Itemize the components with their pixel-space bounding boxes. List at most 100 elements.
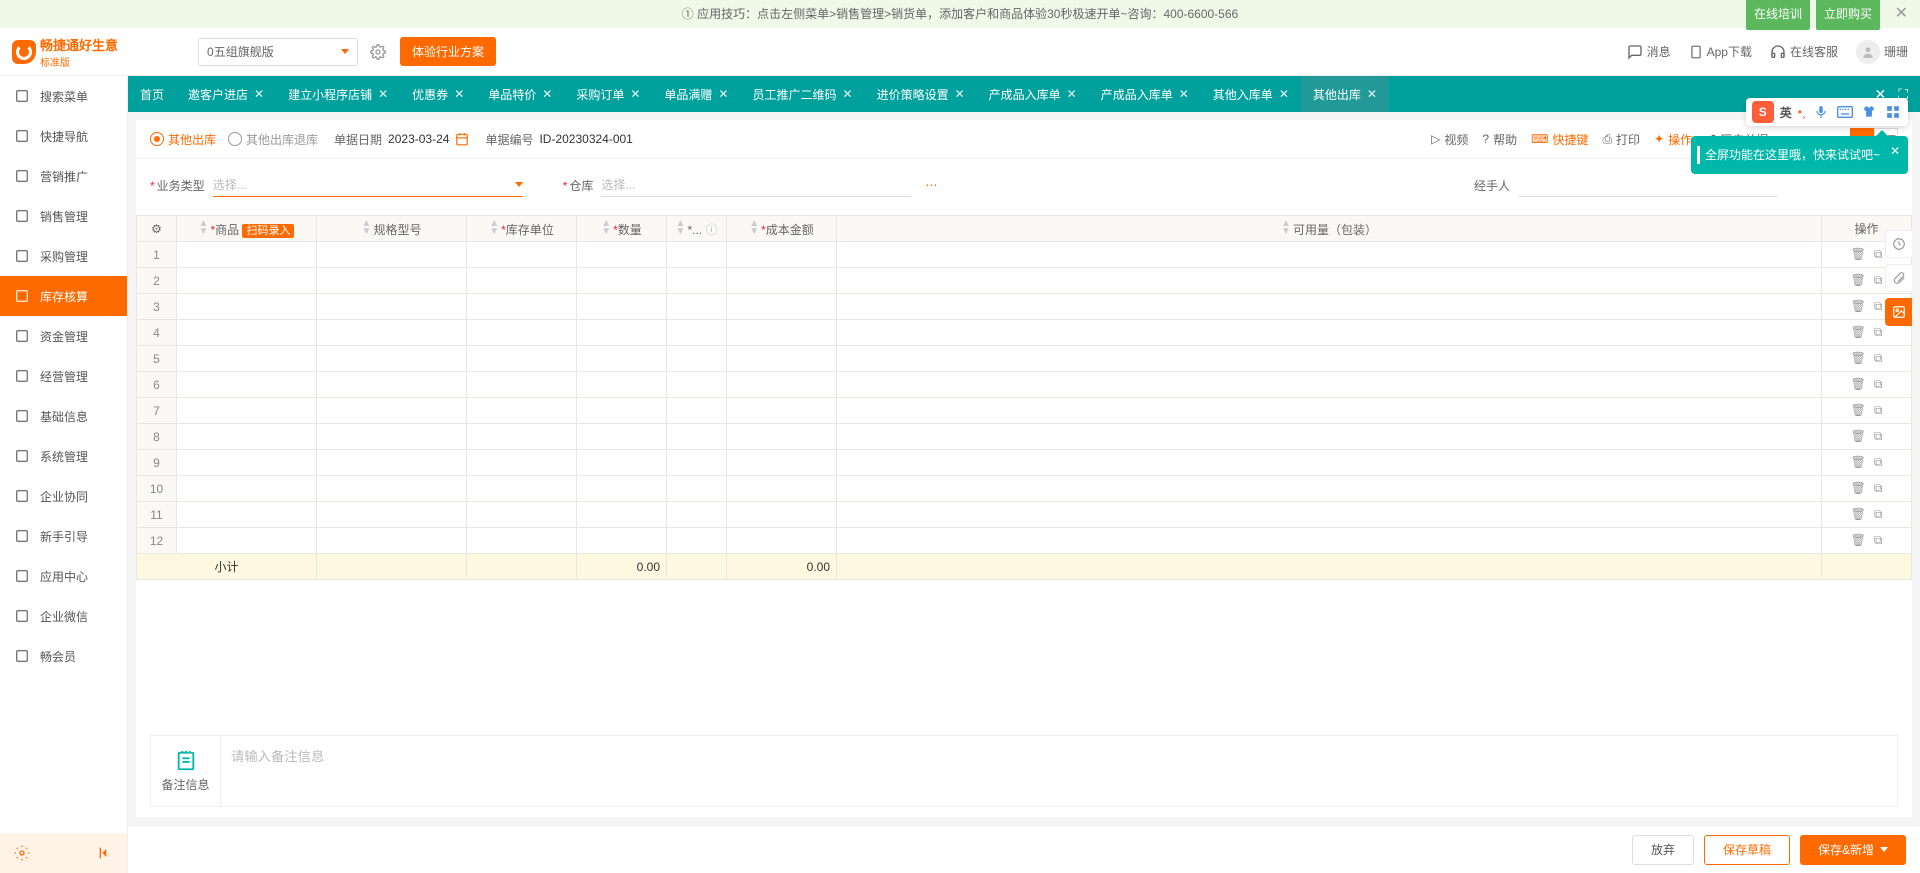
close-icon[interactable]: ✕ [1279,87,1289,101]
delete-icon[interactable]: 🗑 [1851,325,1866,339]
delete-icon[interactable]: 🗑 [1851,429,1866,443]
copy-icon[interactable]: ⧉ [1874,533,1883,547]
table-row[interactable]: 1🗑⧉ [137,242,1912,268]
remark-input[interactable] [221,736,1897,806]
close-icon[interactable]: ✕ [718,87,728,101]
copy-icon[interactable]: ⧉ [1874,455,1883,469]
ops-button[interactable]: ✦操作 [1654,131,1692,148]
table-row[interactable]: 12🗑⧉ [137,528,1912,554]
date-value[interactable]: 2023-03-24 [388,132,449,146]
sidebar-item[interactable]: 畅会员 [0,636,127,676]
tab[interactable]: 产成品入库单✕ [1089,76,1201,112]
video-button[interactable]: ▷视频 [1431,131,1468,148]
th-more[interactable]: ▲▼*... ⓘ [667,216,727,242]
th-unit[interactable]: ▲▼*库存单位 [467,216,577,242]
org-selector[interactable]: 0五组旗舰版 [198,38,358,66]
th-product[interactable]: ▲▼*商品 扫码录入 [177,216,317,242]
ime-toolbar[interactable]: S 英 •¸ [1746,98,1908,126]
delete-icon[interactable]: 🗑 [1851,507,1866,521]
sidebar-item[interactable]: 快捷导航 [0,116,127,156]
sidebar-item[interactable]: 企业协同 [0,476,127,516]
close-icon[interactable]: ✕ [843,87,853,101]
th-spec[interactable]: ▲▼规格型号 [317,216,467,242]
delete-icon[interactable]: 🗑 [1851,455,1866,469]
table-row[interactable]: 4🗑⧉ [137,320,1912,346]
copy-icon[interactable]: ⧉ [1874,429,1883,443]
table-row[interactable]: 11🗑⧉ [137,502,1912,528]
copy-icon[interactable]: ⧉ [1874,325,1883,339]
save-draft-button[interactable]: 保存草稿 [1704,835,1790,865]
history-rail-icon[interactable] [1885,230,1912,258]
tab[interactable]: 其他入库单✕ [1201,76,1301,112]
close-icon[interactable]: ✕ [630,87,640,101]
close-icon[interactable]: ✕ [1890,142,1900,160]
copy-icon[interactable]: ⧉ [1874,351,1883,365]
close-icon[interactable]: ✕ [454,87,464,101]
copy-icon[interactable]: ⧉ [1874,403,1883,417]
discard-button[interactable]: 放弃 [1632,835,1694,865]
buy-now-button[interactable]: 立即购买 [1816,0,1880,30]
sidebar-item[interactable]: 营销推广 [0,156,127,196]
th-cost[interactable]: ▲▼*成本金额 [727,216,837,242]
copy-icon[interactable]: ⧉ [1874,481,1883,495]
sidebar-item[interactable]: 销售管理 [0,196,127,236]
close-icon[interactable]: ✕ [378,87,388,101]
copy-icon[interactable]: ⧉ [1874,299,1883,313]
close-icon[interactable]: ✕ [542,87,552,101]
delete-icon[interactable]: 🗑 [1851,533,1866,547]
table-row[interactable]: 6🗑⧉ [137,372,1912,398]
table-row[interactable]: 9🗑⧉ [137,450,1912,476]
delete-icon[interactable]: 🗑 [1851,377,1866,391]
info-icon[interactable]: ⓘ [705,223,717,237]
th-avail[interactable]: ▲▼可用量（包装） [837,216,1822,242]
close-icon[interactable]: ✕ [1067,87,1077,101]
online-training-button[interactable]: 在线培训 [1746,0,1810,30]
sidebar-item[interactable]: 采购管理 [0,236,127,276]
close-icon[interactable]: ✕ [1367,87,1377,101]
delete-icon[interactable]: 🗑 [1851,403,1866,417]
delete-icon[interactable]: 🗑 [1851,247,1866,261]
tab-home[interactable]: 首页 [128,76,176,112]
sidebar-item[interactable]: 搜索菜单 [0,76,127,116]
sidebar-item[interactable]: 经营管理 [0,356,127,396]
close-icon[interactable]: ✕ [955,87,965,101]
delete-icon[interactable]: 🗑 [1851,351,1866,365]
sidebar-item[interactable]: 资金管理 [0,316,127,356]
sidebar-item[interactable]: 应用中心 [0,556,127,596]
sidebar-item[interactable]: 企业微信 [0,596,127,636]
radio-other-outbound[interactable]: 其他出库 [150,131,216,148]
ime-dot-icon[interactable]: •¸ [1798,105,1806,119]
handler-input[interactable] [1518,173,1778,197]
sidebar-item[interactable]: 新手引导 [0,516,127,556]
tab[interactable]: 单品满赠✕ [652,76,740,112]
gear-icon[interactable] [364,38,392,66]
tab[interactable]: 单品特价✕ [476,76,564,112]
tab[interactable]: 员工推广二维码✕ [740,76,864,112]
th-config[interactable]: ⚙ [137,216,177,242]
tab[interactable]: 进价策略设置✕ [865,76,977,112]
copy-icon[interactable]: ⧉ [1874,247,1883,261]
tab[interactable]: 邀客户进店✕ [176,76,276,112]
warehouse-select[interactable]: 选择... [601,173,911,197]
tab[interactable]: 优惠券✕ [400,76,476,112]
close-icon[interactable]: ✕ [1895,0,1908,28]
th-qty[interactable]: ▲▼*数量 [577,216,667,242]
delete-icon[interactable]: 🗑 [1851,299,1866,313]
sidebar-item[interactable]: 基础信息 [0,396,127,436]
tab[interactable]: 采购订单✕ [564,76,652,112]
delete-icon[interactable]: 🗑 [1851,481,1866,495]
tab[interactable]: 产成品入库单✕ [977,76,1089,112]
keyboard-icon[interactable] [1836,103,1854,121]
help-button[interactable]: ?帮助 [1482,131,1517,148]
copy-icon[interactable]: ⧉ [1874,377,1883,391]
collapse-icon[interactable] [97,845,113,861]
try-industry-button[interactable]: 体验行业方案 [400,37,496,66]
save-and-new-button[interactable]: 保存&新增 [1800,835,1906,865]
gear-icon[interactable] [14,845,30,861]
scan-badge[interactable]: 扫码录入 [242,224,294,238]
skin-icon[interactable] [1860,103,1878,121]
messages-button[interactable]: 消息 [1627,43,1671,60]
table-row[interactable]: 5🗑⧉ [137,346,1912,372]
copy-icon[interactable]: ⧉ [1874,273,1883,287]
close-icon[interactable]: ✕ [254,87,264,101]
